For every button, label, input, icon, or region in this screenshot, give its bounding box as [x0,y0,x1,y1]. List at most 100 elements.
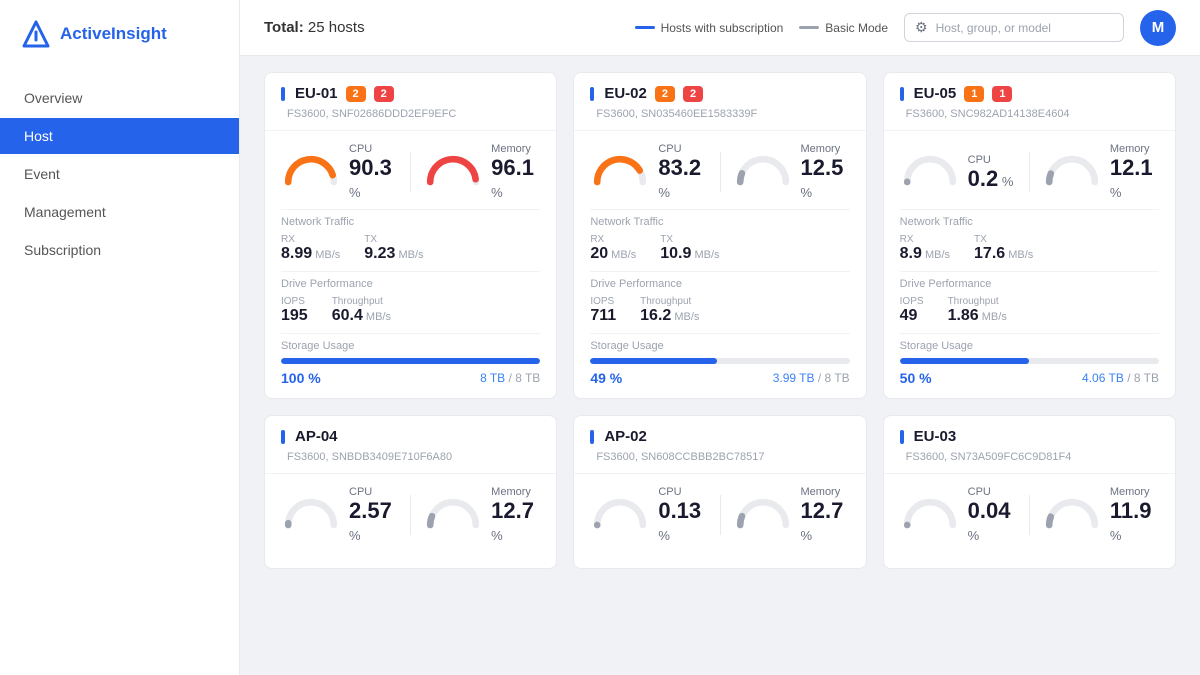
storage-section: Storage Usage 50 % 4.06 TB / 8 TB [884,334,1175,398]
accent-bar [900,430,904,444]
card-ap-04: AP-04 FS3600, SNBDB3409E710F6A80 CPU 2.5… [264,415,557,569]
badge: 2 [655,86,675,102]
storage-label: Storage Usage [900,340,1159,352]
card-model: FS3600, SN73A509FC6C9D81F4 [906,451,1072,463]
metrics-sep [1029,495,1030,535]
accent-bar [900,87,904,101]
tx-item: TX 10.9 MB/s [660,234,719,263]
sidebar: ActiveInsight Overview Host Event Manage… [0,0,240,675]
card-eu-05: EU-05 11 FS3600, SNC982AD14138E4604 CPU … [883,72,1176,399]
iops-item: IOPS 195 [281,296,308,325]
card-model: FS3600, SN608CCBBB2BC78517 [596,451,764,463]
page-title: Total: 25 hosts [264,19,365,36]
card-metrics: CPU 2.57 % Memory 12.7 % [265,474,556,552]
cpu-value: 90.3 % [349,157,398,201]
memory-label: Memory [491,486,540,498]
memory-gauge [1042,152,1102,193]
cpu-gauge [281,152,341,193]
cpu-block: CPU 0.13 % [590,486,707,544]
card-model: FS3600, SNC982AD14138E4604 [906,108,1070,120]
storage-bar-fill [590,358,717,364]
logo-icon [20,18,52,50]
memory-value: 12.7 % [491,500,540,544]
filter-input[interactable]: ⚙ Host, group, or model [904,13,1124,42]
sidebar-item-overview[interactable]: Overview [0,80,239,116]
legend-line-subscription [635,26,655,29]
sidebar-item-subscription[interactable]: Subscription [0,232,239,268]
storage-bar-bg [900,358,1159,364]
storage-bar-bg [590,358,849,364]
storage-size: 8 TB / 8 TB [480,371,540,385]
card-header: AP-02 FS3600, SN608CCBBB2BC78517 [574,416,865,474]
card-ap-02: AP-02 FS3600, SN608CCBBB2BC78517 CPU 0.1… [573,415,866,569]
card-metrics: CPU 0.13 % Memory 12.7 % [574,474,865,552]
cards-grid-area: EU-01 22 FS3600, SNF02686DDD2EF9EFC CPU … [240,56,1200,675]
tx-item: TX 17.6 MB/s [974,234,1033,263]
filter-icon: ⚙ [915,19,928,36]
storage-pct: 49 % [590,370,622,386]
memory-gauge [733,152,793,193]
storage-bar-bg [281,358,540,364]
cpu-value: 0.04 % [968,500,1017,544]
topbar-right: Hosts with subscription Basic Mode ⚙ Hos… [635,10,1176,46]
logo-text: ActiveInsight [60,24,167,44]
memory-value: 96.1 % [491,157,540,201]
cpu-value: 2.57 % [349,500,398,544]
network-label: Network Traffic [281,216,540,228]
iops-item: IOPS 49 [900,296,924,325]
memory-label: Memory [491,143,540,155]
memory-block: Memory 12.5 % [733,143,850,201]
cpu-gauge [281,495,341,536]
cpu-gauge [900,495,960,536]
card-metrics: CPU 0.2 % Memory 12.1 % [884,131,1175,209]
card-eu-01: EU-01 22 FS3600, SNF02686DDD2EF9EFC CPU … [264,72,557,399]
memory-gauge [423,495,483,536]
cpu-gauge [590,152,650,193]
storage-size: 3.99 TB / 8 TB [773,371,850,385]
metrics-sep [410,152,411,192]
card-name: EU-02 [604,85,647,102]
memory-value: 12.7 % [801,500,850,544]
memory-value: 11.9 % [1110,500,1159,544]
metrics-sep [720,152,721,192]
accent-bar [590,430,594,444]
card-name: EU-03 [914,428,957,445]
memory-label: Memory [801,486,850,498]
badge: 2 [683,86,703,102]
sidebar-item-host[interactable]: Host [0,118,239,154]
card-name: AP-04 [295,428,338,445]
card-model: FS3600, SNBDB3409E710F6A80 [287,451,452,463]
cpu-label: CPU [349,486,398,498]
memory-label: Memory [1110,143,1159,155]
memory-value: 12.1 % [1110,157,1159,201]
card-header: EU-03 FS3600, SN73A509FC6C9D81F4 [884,416,1175,474]
memory-block: Memory 96.1 % [423,143,540,201]
memory-block: Memory 12.7 % [423,486,540,544]
storage-pct: 50 % [900,370,932,386]
metrics-sep [720,495,721,535]
card-metrics: CPU 90.3 % Memory 96.1 % [265,131,556,209]
sidebar-item-management[interactable]: Management [0,194,239,230]
cpu-value: 0.13 % [658,500,707,544]
card-name: EU-01 [295,85,338,102]
legend-line-basic [799,26,819,29]
cpu-label: CPU [658,143,707,155]
badge: 2 [346,86,366,102]
iops-item: IOPS 711 [590,296,616,325]
card-metrics: CPU 83.2 % Memory 12.5 % [574,131,865,209]
card-metrics: CPU 0.04 % Memory 11.9 % [884,474,1175,552]
sidebar-item-event[interactable]: Event [0,156,239,192]
throughput-item: Throughput 1.86 MB/s [948,296,1007,325]
metrics-sep [410,495,411,535]
sidebar-nav: Overview Host Event Management Subscript… [0,68,239,280]
card-header: EU-02 22 FS3600, SN035460EE1583339F [574,73,865,131]
storage-size: 4.06 TB / 8 TB [1082,371,1159,385]
drive-section: Drive Performance IOPS 711 Throughput 16… [574,272,865,333]
cpu-block: CPU 0.04 % [900,486,1017,544]
card-model: FS3600, SNF02686DDD2EF9EFC [287,108,456,120]
rx-item: RX 20 MB/s [590,234,636,263]
storage-section: Storage Usage 49 % 3.99 TB / 8 TB [574,334,865,398]
card-header: AP-04 FS3600, SNBDB3409E710F6A80 [265,416,556,474]
storage-section: Storage Usage 100 % 8 TB / 8 TB [265,334,556,398]
memory-gauge [423,152,483,193]
